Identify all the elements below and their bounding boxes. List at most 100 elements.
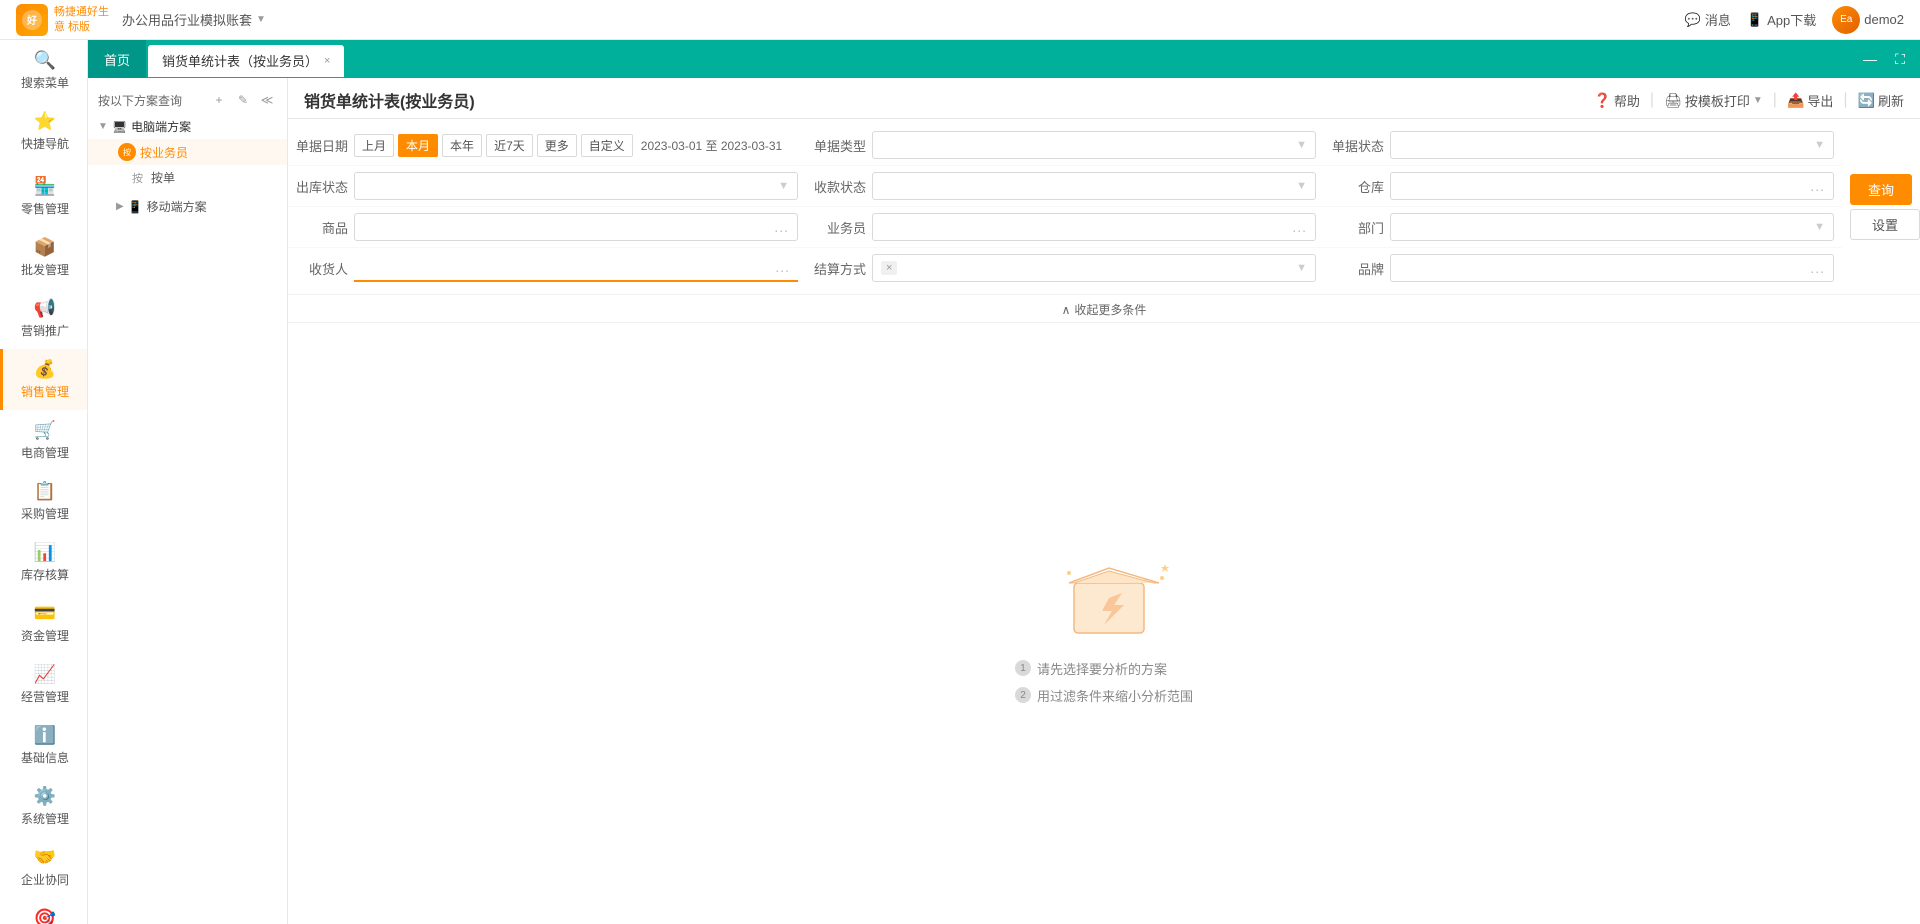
header-right: 💬 消息 📱 App下载 Ea demo2: [1685, 6, 1904, 34]
computer-group-label: 电脑端方案: [131, 118, 191, 135]
sidebar-item-finance[interactable]: 💳 资金管理: [0, 593, 87, 654]
sidebar-search-label: 搜索菜单: [21, 74, 69, 91]
sidebar-item-business[interactable]: 📈 经营管理: [0, 654, 87, 715]
doc-type-arrow: ▼: [1296, 139, 1307, 151]
sidebar-inventory-label: 库存核算: [21, 566, 69, 583]
computer-group-header[interactable]: ▼ 🖥 电脑端方案: [88, 114, 287, 139]
app-title-dropdown[interactable]: 办公用品行业模拟账套 ▼: [122, 10, 266, 29]
divider-2: |: [1773, 91, 1777, 109]
user-action[interactable]: Ea demo2: [1832, 6, 1904, 34]
sidebar-item-enterprise[interactable]: 🤝 企业协同: [0, 837, 87, 898]
collapse-more-btn[interactable]: ∧ 收起更多条件: [1054, 299, 1155, 320]
salesperson-scheme-icon: 按: [118, 143, 136, 161]
warehouse-input[interactable]: ...: [1390, 172, 1834, 200]
date-btn-custom[interactable]: 自定义: [581, 134, 633, 157]
filter-section: 单据日期 上月 本月 本年 近7天 更多 自定义 2023-03-01 至 20…: [288, 119, 1920, 323]
hint-2-text: 用过滤条件来缩小分析范围: [1037, 686, 1193, 705]
salesperson-input[interactable]: ...: [872, 213, 1316, 241]
date-btn-7days[interactable]: 近7天: [486, 134, 533, 157]
edit-scheme-btn[interactable]: ✎: [233, 90, 253, 110]
date-btn-this-year[interactable]: 本年: [442, 134, 482, 157]
dept-label: 部门: [1332, 218, 1384, 237]
sidebar-ecommerce-label: 电商管理: [21, 444, 69, 461]
settlement-tag[interactable]: ×: [881, 261, 897, 275]
sidebar-business-label: 经营管理: [21, 688, 69, 705]
sidebar-wholesale-label: 批发管理: [21, 261, 69, 278]
settlement-tag-close[interactable]: ×: [886, 262, 892, 274]
tab-home[interactable]: 首页: [88, 40, 146, 78]
date-btn-more[interactable]: 更多: [537, 134, 577, 157]
app-download-action[interactable]: 📱 App下载: [1747, 10, 1816, 29]
sidebar-enterprise-label: 企业协同: [21, 871, 69, 888]
date-label: 单据日期: [296, 136, 348, 155]
sidebar-item-search[interactable]: 🔍 搜索菜单: [0, 40, 87, 101]
salesperson-label: 业务员: [814, 218, 866, 237]
sidebar-item-retail[interactable]: 🏪 零售管理: [0, 166, 87, 227]
consignee-cell: 收货人 ...: [288, 254, 806, 282]
sidebar-item-system[interactable]: ⚙️ 系统管理: [0, 776, 87, 837]
goods-cell: 商品 ...: [288, 213, 806, 241]
doc-status-input[interactable]: ▼: [1390, 131, 1834, 159]
mobile-group-arrow: ▶: [116, 201, 124, 212]
receipt-status-input[interactable]: ▼: [872, 172, 1316, 200]
tab-collapse-btn[interactable]: —: [1858, 47, 1882, 71]
sidebar-item-inventory[interactable]: 📊 库存核算: [0, 532, 87, 593]
brand-dots: ...: [1810, 260, 1825, 276]
dept-input[interactable]: ▼: [1390, 213, 1834, 241]
refresh-action[interactable]: 🔄 刷新: [1858, 91, 1904, 110]
print-icon: 🖨: [1664, 92, 1682, 109]
tab-current[interactable]: 销货单统计表（按业务员） ×: [148, 45, 344, 77]
sidebar-item-basic[interactable]: ℹ️ 基础信息: [0, 715, 87, 776]
tree-child-salesperson[interactable]: 按 按业务员: [88, 139, 287, 165]
sidebar-item-ecommerce[interactable]: 🛒 电商管理: [0, 410, 87, 471]
date-btn-this-month[interactable]: 本月: [398, 134, 438, 157]
message-action[interactable]: 💬 消息: [1685, 10, 1731, 29]
sidebar-item-wholesale[interactable]: 📦 批发管理: [0, 227, 87, 288]
tab-expand-btn[interactable]: ⛶: [1888, 47, 1912, 71]
export-icon: 📤: [1787, 92, 1804, 109]
settings-button[interactable]: 设置: [1850, 209, 1920, 240]
sidebar: 🔍 搜索菜单 ⭐ 快捷导航 🏪 零售管理 📦 批发管理 📢 营销推广 💰 销售管…: [0, 40, 88, 924]
page-header-actions: ❓ 帮助 | 🖨 按模板打印 ▼ | 📤 导出: [1593, 91, 1904, 110]
sidebar-item-shortcut[interactable]: ⭐ 快捷导航: [0, 101, 87, 162]
tab-close-icon[interactable]: ×: [324, 55, 330, 67]
warehouse-label: 仓库: [1332, 177, 1384, 196]
warehouse-dots: ...: [1810, 178, 1825, 194]
doc-type-input[interactable]: ▼: [872, 131, 1316, 159]
sidebar-item-marketing[interactable]: 📢 营销推广: [0, 288, 87, 349]
query-button[interactable]: 查询: [1850, 174, 1912, 205]
download-icon: 📱: [1747, 12, 1763, 28]
divider-3: |: [1843, 91, 1847, 109]
svg-text:好: 好: [26, 14, 37, 27]
sidebar-item-newbie[interactable]: 🎯 新手引导: [0, 898, 87, 924]
export-action[interactable]: 📤 导出: [1787, 91, 1833, 110]
sidebar-finance-label: 资金管理: [21, 627, 69, 644]
settlement-input[interactable]: × ▼: [872, 254, 1316, 282]
hint-1-num: 1: [1015, 660, 1031, 676]
message-icon: 💬: [1685, 12, 1701, 28]
collapse-panel-btn[interactable]: ≪: [257, 90, 277, 110]
help-icon: ❓: [1593, 92, 1610, 109]
brand-input[interactable]: ...: [1390, 254, 1834, 282]
mobile-group-header[interactable]: ▶ 📱 移动端方案: [88, 194, 287, 219]
hint-2-num: 2: [1015, 687, 1031, 703]
sidebar-item-purchase[interactable]: 📋 采购管理: [0, 471, 87, 532]
help-action[interactable]: ❓ 帮助: [1593, 91, 1639, 110]
app-title: 办公用品行业模拟账套: [122, 10, 252, 29]
print-action[interactable]: 🖨 按模板打印 ▼: [1664, 91, 1763, 110]
sidebar-item-sales[interactable]: 💰 销售管理: [0, 349, 87, 410]
goods-input[interactable]: ...: [354, 213, 798, 241]
page-title: 销货单统计表(按业务员): [304, 88, 475, 112]
add-scheme-btn[interactable]: +: [209, 90, 229, 110]
tree-subchild-doc[interactable]: 按 按单: [88, 165, 287, 190]
print-label: 按模板打印: [1685, 91, 1750, 110]
print-arrow-icon: ▼: [1753, 95, 1763, 106]
doc-type-cell: 单据类型 ▼: [806, 131, 1324, 159]
date-range-text: 2023-03-01 至 2023-03-31: [641, 137, 782, 154]
consignee-input[interactable]: ...: [354, 254, 798, 282]
out-status-input[interactable]: ▼: [354, 172, 798, 200]
out-status-arrow: ▼: [778, 180, 789, 192]
sales-icon: 💰: [34, 359, 56, 380]
empty-illustration: [1054, 543, 1154, 643]
date-btn-last-month[interactable]: 上月: [354, 134, 394, 157]
